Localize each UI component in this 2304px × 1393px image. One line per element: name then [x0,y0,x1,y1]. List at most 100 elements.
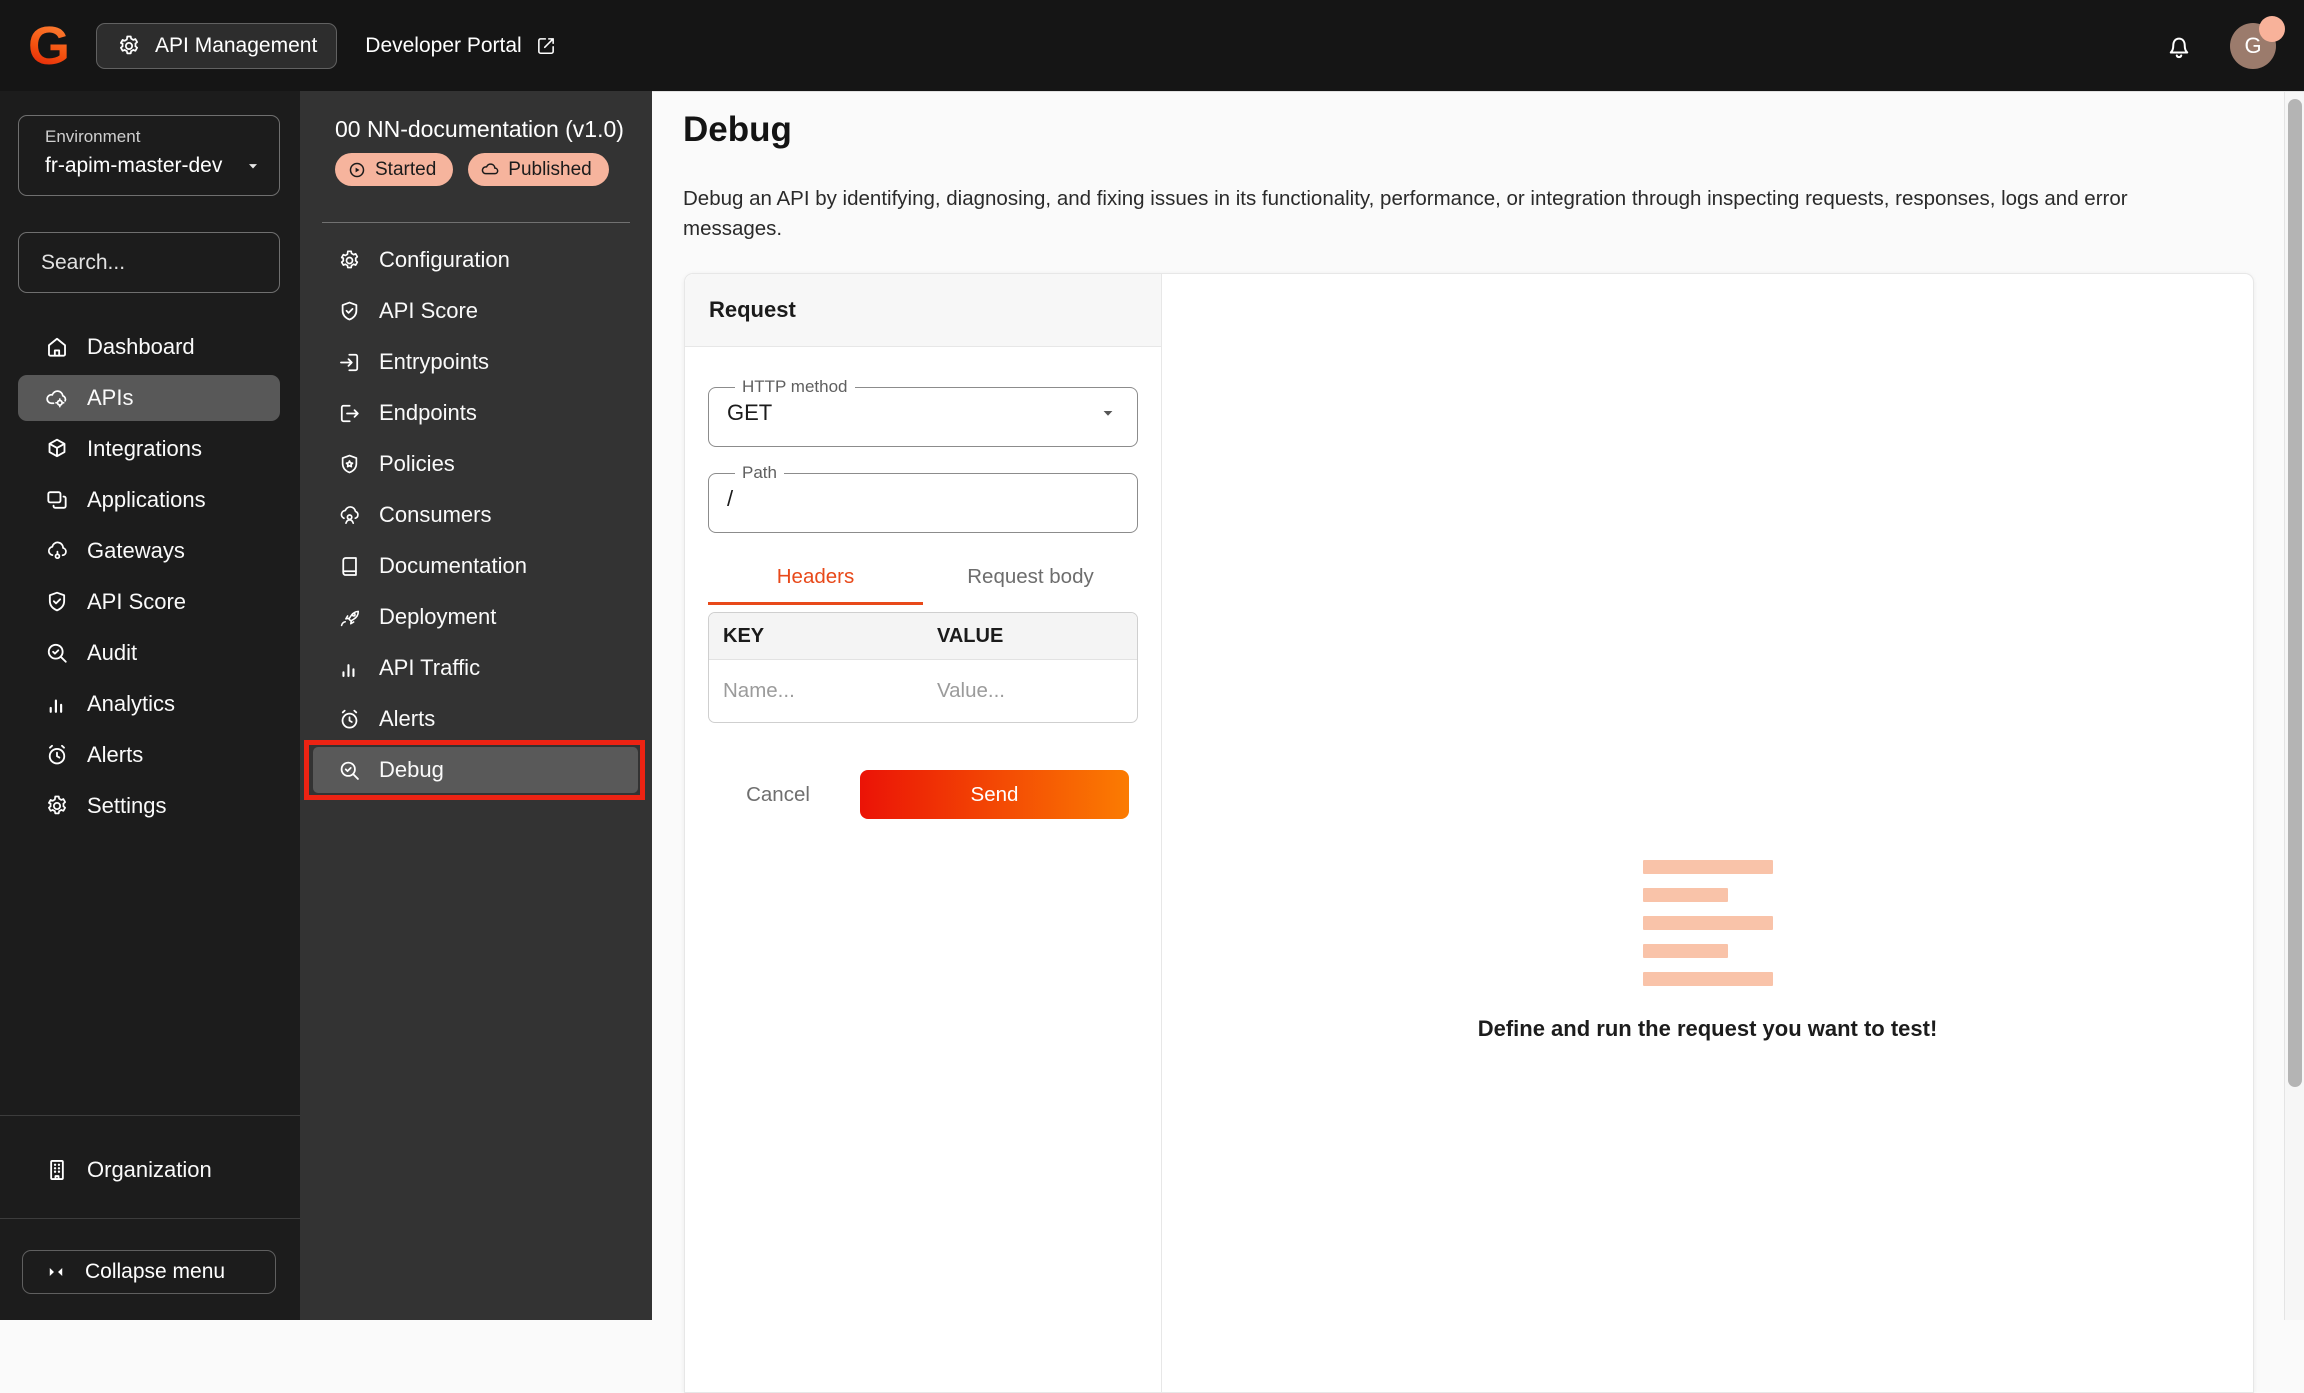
portal-label: Developer Portal [365,34,521,58]
api-menu-item-consumers[interactable]: Consumers [313,492,638,538]
api-menu-item-label: Entrypoints [379,349,489,375]
gateway-cloud-icon [44,538,70,564]
sidebar-divider [0,1115,300,1116]
page-title: Debug [683,110,792,150]
sidebar-item-analytics[interactable]: Analytics [18,681,280,727]
topbar-right: G [2164,23,2276,69]
api-menu-item-label: Policies [379,451,455,477]
sidebar-item-audit[interactable]: Audit [18,630,280,676]
http-method-select[interactable]: HTTP method GET [708,377,1138,447]
api-badges: Started Published [335,153,609,186]
book-icon [337,554,362,579]
skeleton-bar [1643,972,1773,986]
api-menu-item-deployment[interactable]: Deployment [313,594,638,640]
sidebar-item-applications[interactable]: Applications [18,477,280,523]
user-avatar[interactable]: G [2230,23,2276,69]
sidebar-item-alerts[interactable]: Alerts [18,732,280,778]
api-menu-item-label: Endpoints [379,400,477,426]
gear-icon [116,33,142,59]
path-field: Path [708,463,1138,533]
header-value-input[interactable] [923,679,1137,703]
api-menu-item-label: Documentation [379,553,527,579]
sidebar-item-label: Integrations [87,436,202,462]
status-dot [2259,16,2285,42]
sidebar-item-gateways[interactable]: Gateways [18,528,280,574]
send-button[interactable]: Send [860,770,1129,819]
bell-icon [2164,31,2194,61]
http-method-label: HTTP method [742,377,848,396]
sidebar-item-label: Dashboard [87,334,195,360]
scrollbar-track[interactable] [2284,92,2304,1320]
bar-chart-icon [337,656,362,681]
play-circle-icon [347,160,367,180]
tab-headers[interactable]: Headers [708,554,923,605]
header-name-input[interactable] [709,679,923,703]
sidebar-item-organization[interactable]: Organization [18,1147,280,1193]
sidebar-item-settings[interactable]: Settings [18,783,280,829]
sidebar-search [18,232,280,293]
main-content: Debug Debug an API by identifying, diagn… [652,91,2304,1320]
external-link-icon [535,35,557,57]
api-menu-item-label: Configuration [379,247,510,273]
column-header-value: VALUE [923,625,1137,648]
notifications-button[interactable] [2164,31,2194,61]
request-form: HTTP method GET Path Headers Request bod… [685,347,1161,819]
avatar-initial: G [2244,33,2261,59]
shield-check-icon [44,589,70,615]
api-menu-item-documentation[interactable]: Documentation [313,543,638,589]
api-menu-item-configuration[interactable]: Configuration [313,237,638,283]
request-panel: Request HTTP method GET Path [685,274,1162,1392]
shield-check-icon [337,299,362,324]
api-menu-item-api-score[interactable]: API Score [313,288,638,334]
environment-selector[interactable]: Environment fr-apim-master-dev [18,115,280,196]
applications-icon [44,487,70,513]
skeleton-illustration [1643,860,1773,986]
api-menu-item-label: Deployment [379,604,496,630]
gravitee-logo[interactable]: G [28,19,68,73]
endpoints-icon [337,401,362,426]
collapse-icon [45,1261,67,1283]
debug-card: Request HTTP method GET Path [684,273,2254,1393]
gear-icon [337,248,362,273]
page-description: Debug an API by identifying, diagnosing,… [683,184,2175,244]
sidebar-item-label: Gateways [87,538,185,564]
sidebar-item-apis[interactable]: APIs [18,375,280,421]
api-menu-item-endpoints[interactable]: Endpoints [313,390,638,436]
badge-label: Published [508,159,591,181]
status-badge-published: Published [468,153,608,186]
audit-search-icon [44,640,70,666]
caret-down-icon [1097,402,1119,424]
sidebar-item-label: Applications [87,487,206,513]
api-menu-item-label: API Traffic [379,655,480,681]
tab-request-body[interactable]: Request body [923,554,1138,605]
sidebar-item-label: Alerts [87,742,143,768]
developer-portal-link[interactable]: Developer Portal [365,34,556,58]
headers-table: KEY VALUE [708,612,1138,723]
sidebar-item-integrations[interactable]: Integrations [18,426,280,472]
sidebar-item-api-score[interactable]: API Score [18,579,280,625]
collapse-menu-button[interactable]: Collapse menu [22,1250,276,1294]
api-menu-item-entrypoints[interactable]: Entrypoints [313,339,638,385]
api-menu-item-api-traffic[interactable]: API Traffic [313,645,638,691]
sidebar-item-dashboard[interactable]: Dashboard [18,324,280,370]
search-input[interactable] [41,251,312,275]
gear-icon [44,793,70,819]
api-menu-item-alerts[interactable]: Alerts [313,696,638,742]
environment-value: fr-apim-master-dev [45,154,222,178]
sidebar-divider [0,1218,300,1219]
headers-table-head: KEY VALUE [709,613,1137,660]
scrollbar-thumb[interactable] [2288,99,2302,1087]
api-menu-item-label: Debug [379,757,444,783]
api-management-chip[interactable]: API Management [96,23,337,69]
api-menu-item-debug[interactable]: Debug [313,747,638,793]
api-menu-item-label: Alerts [379,706,435,732]
cancel-button[interactable]: Cancel [708,771,848,819]
request-actions: Cancel Send [708,770,1138,819]
consumers-icon [337,503,362,528]
topbar: G API Management Developer Portal G [0,0,2304,91]
rocket-icon [337,605,362,630]
sidebar-item-label: APIs [87,385,133,411]
api-menu-item-policies[interactable]: Policies [313,441,638,487]
api-menu-item-label: API Score [379,298,478,324]
path-input[interactable] [727,486,1119,512]
